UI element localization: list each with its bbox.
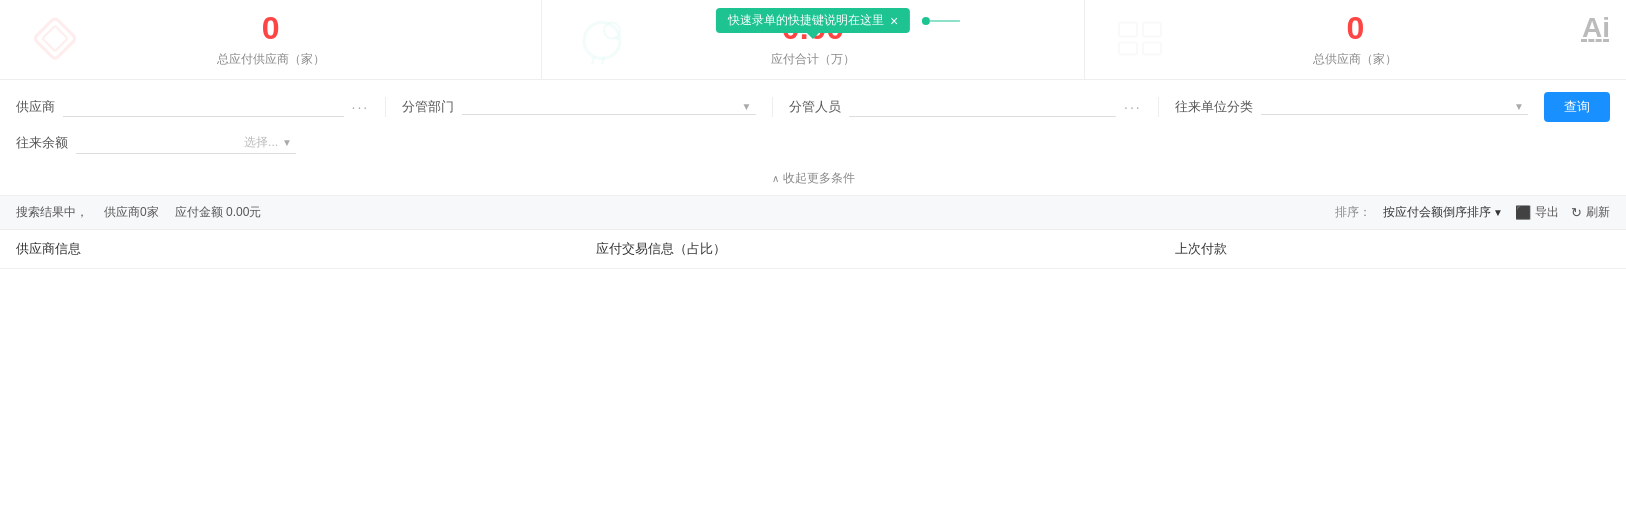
results-supplier-count: 供应商0家 [104,204,159,221]
filter-category: 往来单位分类 ▼ [1175,98,1528,116]
collapse-label: 收起更多条件 [783,170,855,187]
dept-label: 分管部门 [402,98,454,116]
tooltip-badge: 快速录单的快捷键说明在这里 × [716,8,910,33]
export-button[interactable]: ⬛ 导出 [1515,204,1559,221]
svg-rect-1 [42,25,67,50]
svg-line-4 [592,56,594,64]
divider-1 [385,97,386,117]
divider-3 [1158,97,1159,117]
stats-bar: 0 总应付供应商（家） 快速录单的快捷键说明在这里 × 0.00 应付合计（万） [0,0,1626,80]
supplier-label: 供应商 [16,98,55,116]
svg-rect-7 [1119,22,1137,36]
supplier-dots-button[interactable]: ··· [352,99,370,115]
filter-balance: 往来余额 选择... ▼ [16,132,296,154]
sort-value-text: 按应付会额倒序排序 [1383,204,1491,221]
tooltip-text: 快速录单的快捷键说明在这里 [728,12,884,29]
person-dots-button[interactable]: ··· [1124,99,1142,115]
grid-icon [1115,18,1165,61]
tooltip-line [930,20,960,21]
sort-arrow-icon: ▼ [1493,207,1503,218]
col-transaction-info-header: 应付交易信息（占比） [596,240,1176,258]
svg-point-2 [584,22,620,58]
dept-select[interactable]: ▼ [462,99,755,115]
svg-point-6 [615,36,619,40]
stat-supplier-count-value: 0 [262,11,280,46]
piggy-icon [572,8,632,71]
stat-payable-label: 应付合计（万） [771,51,855,68]
dept-select-arrow: ▼ [742,101,752,112]
category-select-arrow: ▼ [1514,101,1524,112]
category-label: 往来单位分类 [1175,98,1253,116]
balance-label: 往来余额 [16,134,68,152]
person-label: 分管人员 [789,98,841,116]
tooltip-close-button[interactable]: × [890,14,898,28]
stat-supplier-count-label: 总应付供应商（家） [217,51,325,68]
table-body [0,269,1626,515]
filter-person: 分管人员 ··· [789,97,1142,117]
results-info: 搜索结果中， 供应商0家 应付金额 0.00元 [16,204,261,221]
filter-supplier: 供应商 ··· [16,97,369,117]
query-button[interactable]: 查询 [1544,92,1610,122]
export-icon: ⬛ [1515,205,1531,220]
category-select[interactable]: ▼ [1261,99,1528,115]
results-prefix: 搜索结果中， [16,204,88,221]
filter-row-2: 往来余额 选择... ▼ [16,132,1610,154]
sort-label: 排序： [1335,204,1371,221]
person-input[interactable] [849,97,1117,117]
svg-rect-9 [1119,42,1137,54]
balance-select-arrow: ▼ [282,137,292,148]
stat-payable-total: 快速录单的快捷键说明在这里 × 0.00 应付合计（万） [542,0,1084,79]
stat-total-supplier: 0 总供应商（家） Ai [1085,0,1626,79]
supplier-input[interactable] [63,97,344,117]
collapse-arrow-icon: ∧ [772,173,779,184]
col-supplier-info-header: 供应商信息 [16,240,596,258]
stat-total-supplier-value: 0 [1346,11,1364,46]
svg-rect-8 [1143,22,1161,36]
table-header: 供应商信息 应付交易信息（占比） 上次付款 [0,230,1626,269]
filter-row-1: 供应商 ··· 分管部门 ▼ 分管人员 ··· 往来单位分类 ▼ 查询 [16,92,1610,122]
collapse-button[interactable]: ∧ 收起更多条件 [772,170,855,187]
diamond-icon [30,13,80,66]
balance-placeholder: 选择... [244,134,278,151]
results-actions: 排序： 按应付会额倒序排序 ▼ ⬛ 导出 ↻ 刷新 [1335,204,1610,221]
stat-supplier-count: 0 总应付供应商（家） [0,0,542,79]
balance-select[interactable]: 选择... ▼ [76,132,296,154]
results-bar: 搜索结果中， 供应商0家 应付金额 0.00元 排序： 按应付会额倒序排序 ▼ … [0,196,1626,230]
filter-dept: 分管部门 ▼ [402,98,755,116]
stat-total-supplier-label: 总供应商（家） [1313,51,1397,68]
ai-badge: Ai [1582,12,1610,44]
refresh-icon: ↻ [1571,205,1582,220]
sort-value-button[interactable]: 按应付会额倒序排序 ▼ [1383,204,1503,221]
tooltip-dot [922,17,930,25]
export-label: 导出 [1535,204,1559,221]
divider-2 [772,97,773,117]
col-last-payment-header: 上次付款 [1175,240,1610,258]
results-payable-amount: 应付金额 0.00元 [175,204,262,221]
svg-rect-0 [34,17,76,59]
filter-area: 供应商 ··· 分管部门 ▼ 分管人员 ··· 往来单位分类 ▼ 查询 [0,80,1626,196]
collapse-row: ∧ 收起更多条件 [16,164,1610,195]
refresh-button[interactable]: ↻ 刷新 [1571,204,1610,221]
refresh-label: 刷新 [1586,204,1610,221]
svg-rect-10 [1143,42,1161,54]
